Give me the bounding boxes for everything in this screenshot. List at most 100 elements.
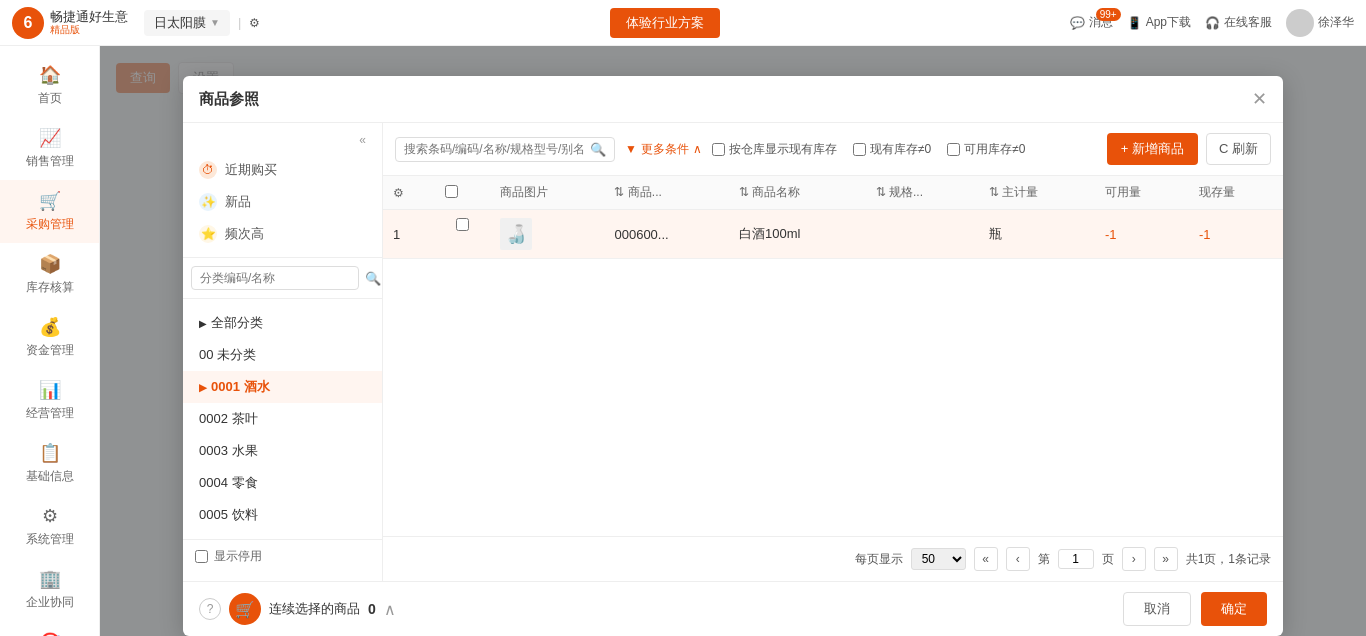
table-header-row: ⚙ 商品图片 ⇅ 商品... ⇅ — [383, 176, 1283, 210]
new-products-item[interactable]: ✨ 新品 — [191, 187, 374, 217]
sidebar-item-finance[interactable]: 💰 资金管理 — [0, 306, 99, 369]
sidebar-item-home[interactable]: 🏠 首页 — [0, 54, 99, 117]
prev-page-button[interactable]: ‹ — [1006, 547, 1030, 571]
stock-neq0-checkbox-label[interactable]: 现有库存≠0 — [853, 141, 931, 158]
search-icon[interactable]: 🔍 — [365, 271, 381, 286]
sidebar-item-label: 首页 — [38, 90, 62, 107]
avail-neq0-checkbox-label[interactable]: 可用库存≠0 — [947, 141, 1025, 158]
page-size-select[interactable]: 50 10 20 100 — [911, 548, 966, 570]
collapse-icon[interactable]: ∧ — [384, 600, 396, 619]
recent-purchases-item[interactable]: ⏱ 近期购买 — [191, 155, 374, 185]
filter-checkboxes: 按仓库显示现有库存 现有库存≠0 可用库存≠0 — [712, 141, 1026, 158]
category-label: 00 未分类 — [199, 346, 256, 364]
table-row[interactable]: 1 🍶 000600... 白酒100ml — [383, 210, 1283, 259]
category-item-0001[interactable]: ▶ 0001 酒水 — [183, 371, 382, 403]
row-name: 白酒100ml — [729, 210, 866, 259]
main-layout: 🏠 首页 📈 销售管理 🛒 采购管理 📦 库存核算 💰 资金管理 📊 经营管理 … — [0, 46, 1366, 636]
cancel-button[interactable]: 取消 — [1123, 592, 1191, 626]
category-item-all[interactable]: ▶ 全部分类 — [183, 307, 382, 339]
row-code: 000600... — [604, 210, 729, 259]
col-code[interactable]: ⇅ 商品... — [604, 176, 729, 210]
category-item-0004[interactable]: 0004 零食 — [183, 467, 382, 499]
avatar — [1286, 9, 1314, 37]
category-item-00[interactable]: 00 未分类 — [183, 339, 382, 371]
app-download-item[interactable]: 📱 App下载 — [1127, 14, 1191, 31]
category-item-0002[interactable]: 0002 茶叶 — [183, 403, 382, 435]
filter-button[interactable]: ▼ 更多条件 ∧ — [625, 141, 702, 158]
company-selector[interactable]: 日太阳膜 ▼ — [144, 10, 230, 36]
show-disabled-checkbox[interactable] — [195, 550, 208, 563]
logo-icon: 6 — [12, 7, 44, 39]
sidebar-item-label: 销售管理 — [26, 153, 74, 170]
category-item-0003[interactable]: 0003 水果 — [183, 435, 382, 467]
top-nav: 6 畅捷通好生意 精品版 日太阳膜 ▼ | ⚙ 体验行业方案 💬 消息 99+ … — [0, 0, 1366, 46]
last-page-button[interactable]: » — [1154, 547, 1178, 571]
page-number-input[interactable] — [1058, 549, 1094, 569]
sidebar-item-enterprise[interactable]: 🏢 企业协同 — [0, 558, 99, 621]
category-label: 0001 酒水 — [211, 378, 270, 396]
sidebar-item-label: 经营管理 — [26, 405, 74, 422]
col-spec[interactable]: ⇅ 规格... — [866, 176, 979, 210]
frequent-item[interactable]: ⭐ 频次高 — [191, 219, 374, 249]
col-image: 商品图片 — [490, 176, 604, 210]
trial-button[interactable]: 体验行业方案 — [610, 8, 720, 38]
sidebar: 🏠 首页 📈 销售管理 🛒 采购管理 📦 库存核算 💰 资金管理 📊 经营管理 … — [0, 46, 100, 636]
sidebar-item-operation[interactable]: 📊 经营管理 — [0, 369, 99, 432]
footer-left: ? 🛒 连续选择的商品 0 ∧ — [199, 593, 396, 625]
row-checkbox[interactable] — [456, 218, 469, 231]
add-product-button[interactable]: + 新增商品 — [1107, 133, 1198, 165]
refresh-button[interactable]: C 刷新 — [1206, 133, 1271, 165]
user-item[interactable]: 徐泽华 — [1286, 9, 1354, 37]
col-available: 可用量 — [1095, 176, 1189, 210]
avail-neq0-checkbox[interactable] — [947, 143, 960, 156]
collapse-button[interactable]: « — [351, 131, 374, 149]
help-icon[interactable]: ? — [199, 598, 221, 620]
sidebar-item-inventory[interactable]: 📦 库存核算 — [0, 243, 99, 306]
select-all-checkbox[interactable] — [445, 185, 458, 198]
sidebar-item-sales[interactable]: 📈 销售管理 — [0, 117, 99, 180]
product-search-input[interactable] — [404, 142, 584, 156]
image-placeholder: 🍶 — [505, 223, 527, 245]
stock-neq0-checkbox[interactable] — [853, 143, 866, 156]
sidebar-item-guide[interactable]: 🎯 新手引导 — [0, 621, 99, 636]
category-search-area: 🔍 — [183, 258, 382, 299]
row-unit: 瓶 — [979, 210, 1095, 259]
recent-label: 近期购买 — [225, 161, 277, 179]
enterprise-icon: 🏢 — [39, 568, 61, 590]
modal-close-button[interactable]: ✕ — [1252, 88, 1267, 110]
sort-icon: ⇅ — [989, 185, 999, 199]
row-num: 1 — [383, 210, 435, 259]
sidebar-item-basic[interactable]: 📋 基础信息 — [0, 432, 99, 495]
show-stock-checkbox-label[interactable]: 按仓库显示现有库存 — [712, 141, 837, 158]
sidebar-item-system[interactable]: ⚙ 系统管理 — [0, 495, 99, 558]
page-label: 第 — [1038, 551, 1050, 568]
finance-icon: 💰 — [39, 316, 61, 338]
confirm-button[interactable]: 确定 — [1201, 592, 1267, 626]
purchase-icon: 🛒 — [39, 190, 61, 212]
online-service-item[interactable]: 🎧 在线客服 — [1205, 14, 1272, 31]
gear-button[interactable]: ⚙ — [249, 16, 260, 30]
col-name[interactable]: ⇅ 商品名称 — [729, 176, 866, 210]
show-stock-checkbox[interactable] — [712, 143, 725, 156]
category-item-0008[interactable]: 0008 水 — [183, 531, 382, 539]
new-icon: ✨ — [199, 193, 217, 211]
next-page-button[interactable]: › — [1122, 547, 1146, 571]
sort-icon: ⇅ — [614, 185, 624, 199]
row-checkbox-cell[interactable] — [435, 210, 490, 239]
sort-icon: ⇅ — [739, 185, 749, 199]
freq-label: 频次高 — [225, 225, 264, 243]
logo-area: 6 畅捷通好生意 精品版 — [12, 7, 128, 39]
category-search-input[interactable] — [191, 266, 359, 290]
search-icon[interactable]: 🔍 — [590, 142, 606, 157]
sidebar-item-purchase[interactable]: 🛒 采购管理 — [0, 180, 99, 243]
product-search-box[interactable]: 🔍 — [395, 137, 615, 162]
cart-count: 0 — [368, 601, 376, 617]
message-item[interactable]: 💬 消息 99+ — [1070, 14, 1113, 31]
col-unit[interactable]: ⇅ 主计量 — [979, 176, 1095, 210]
cart-icon[interactable]: 🛒 — [229, 593, 261, 625]
table-toolbar: 🔍 ▼ 更多条件 ∧ 按仓库显示现有库存 — [383, 123, 1283, 176]
toolbar-right: + 新增商品 C 刷新 — [1107, 133, 1271, 165]
first-page-button[interactable]: « — [974, 547, 998, 571]
col-settings[interactable]: ⚙ — [383, 176, 435, 210]
category-item-0005[interactable]: 0005 饮料 — [183, 499, 382, 531]
